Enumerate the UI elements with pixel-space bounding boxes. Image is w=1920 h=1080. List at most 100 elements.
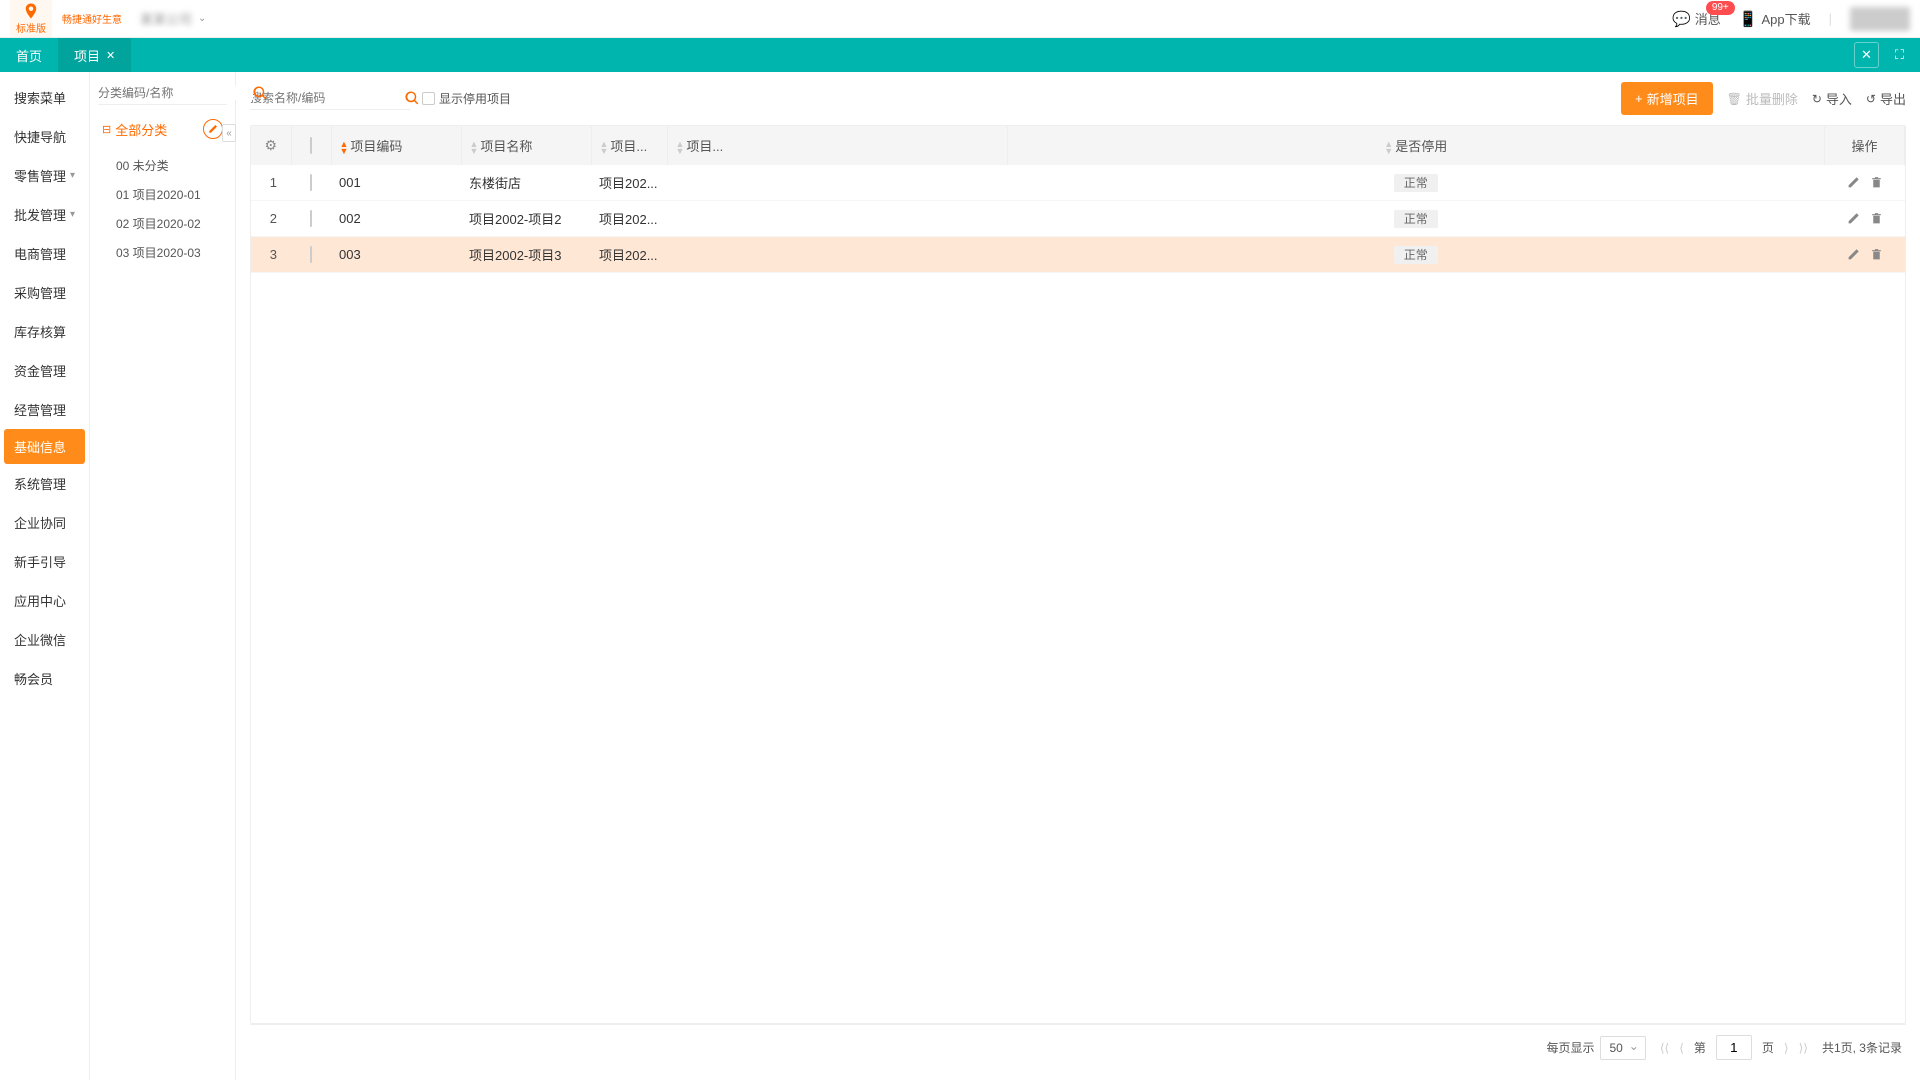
search-icon[interactable]: [405, 91, 419, 105]
sidebar-item-label: 资金管理: [14, 361, 66, 380]
sidebar-item[interactable]: 搜索菜单: [0, 78, 89, 117]
first-page-button[interactable]: ⟨⟨: [1660, 1041, 1669, 1055]
page-size: 每页显示 50: [1546, 1036, 1645, 1060]
cell-status: 正常: [1007, 237, 1825, 273]
sort-icon: ▲▼: [470, 141, 479, 155]
col-code[interactable]: ▲▼项目编码: [331, 126, 461, 165]
tree-search: [98, 82, 227, 105]
sort-icon: ▲▼: [600, 141, 609, 155]
fullscreen-button[interactable]: ⛶: [1889, 43, 1910, 67]
edit-button[interactable]: [1847, 212, 1860, 225]
cell-status: 正常: [1007, 165, 1825, 201]
edit-category-button[interactable]: [203, 119, 223, 139]
divider: |: [1829, 11, 1832, 26]
sidebar-item[interactable]: 资金管理: [0, 351, 89, 390]
sidebar-item-label: 经营管理: [14, 400, 66, 419]
export-label: 导出: [1880, 89, 1906, 108]
col-p1[interactable]: ▲▼项目...: [591, 126, 667, 165]
sidebar-item-label: 企业协同: [14, 513, 66, 532]
sidebar-item[interactable]: 新手引导: [0, 542, 89, 581]
sidebar-item[interactable]: 基础信息: [4, 429, 85, 464]
col-status[interactable]: ▲▼是否停用: [1007, 126, 1825, 165]
sidebar-item[interactable]: 快捷导航: [0, 117, 89, 156]
tree-search-input[interactable]: [98, 86, 253, 100]
tree-item[interactable]: 03 项目2020-03: [98, 238, 227, 267]
batch-delete-button[interactable]: 🗑 批量删除: [1727, 89, 1798, 108]
sidebar: 搜索菜单快捷导航零售管理▾批发管理▾电商管理采购管理库存核算资金管理经营管理基础…: [0, 72, 90, 1080]
row-checkbox[interactable]: [291, 201, 331, 237]
table-row[interactable]: 1001东楼街店项目202...正常: [251, 165, 1905, 201]
col-select-all[interactable]: [291, 126, 331, 165]
content-search-input[interactable]: [250, 91, 405, 105]
brand-sub: 标准版: [16, 20, 46, 35]
cell-p1: 项目202...: [591, 201, 667, 237]
sidebar-item[interactable]: 畅会员: [0, 659, 89, 698]
col-settings[interactable]: ⚙: [251, 126, 291, 165]
page-input[interactable]: [1716, 1035, 1752, 1060]
new-project-button[interactable]: + 新增项目: [1621, 82, 1713, 115]
edit-button[interactable]: [1847, 248, 1860, 261]
delete-button[interactable]: [1870, 248, 1883, 261]
sidebar-item[interactable]: 库存核算: [0, 312, 89, 351]
messages-button[interactable]: 💬 消息 99+: [1672, 9, 1721, 28]
tree-header: ⊟ 全部分类: [98, 113, 227, 145]
row-index: 1: [251, 165, 291, 201]
sidebar-item-label: 搜索菜单: [14, 88, 66, 107]
sidebar-item[interactable]: 企业协同: [0, 503, 89, 542]
tree-root-label: 全部分类: [115, 120, 167, 139]
delete-button[interactable]: [1870, 176, 1883, 189]
pencil-icon: [1847, 212, 1860, 225]
col-p2[interactable]: ▲▼项目...: [667, 126, 1007, 165]
tabs: 首页 项目 ✕: [0, 38, 131, 72]
sidebar-item-label: 快捷导航: [14, 127, 66, 146]
table-row[interactable]: 3003项目2002-项目3项目202...正常: [251, 237, 1905, 273]
per-page-select[interactable]: 50: [1600, 1036, 1645, 1060]
tree-item[interactable]: 00 未分类: [98, 151, 227, 180]
company-name: 某某公司: [140, 9, 192, 28]
show-disabled-checkbox[interactable]: 显示停用项目: [422, 90, 511, 107]
sidebar-item[interactable]: 企业微信: [0, 620, 89, 659]
delete-button[interactable]: [1870, 212, 1883, 225]
col-ops: 操作: [1825, 126, 1905, 165]
close-all-tabs-button[interactable]: ✕: [1854, 42, 1879, 68]
edit-button[interactable]: [1847, 176, 1860, 189]
project-table: ⚙ ▲▼项目编码 ▲▼项目名称 ▲▼项目... ▲▼项目... ▲▼是否停用 操…: [251, 126, 1905, 273]
tab-home[interactable]: 首页: [0, 38, 58, 72]
table-row[interactable]: 2002项目2002-项目2项目202...正常: [251, 201, 1905, 237]
close-icon[interactable]: ✕: [106, 49, 115, 62]
tab-label: 首页: [16, 46, 42, 65]
sidebar-item[interactable]: 电商管理: [0, 234, 89, 273]
collapse-tree-button[interactable]: «: [222, 124, 236, 142]
row-checkbox[interactable]: [291, 165, 331, 201]
cell-ops: [1825, 165, 1905, 201]
user-avatar[interactable]: [1850, 7, 1910, 31]
prev-page-button[interactable]: ⟨: [1679, 1041, 1684, 1055]
tab-project[interactable]: 项目 ✕: [58, 38, 131, 72]
checkbox-icon: [310, 210, 312, 227]
cell-p1: 项目202...: [591, 165, 667, 201]
cell-code: 001: [331, 165, 461, 201]
export-button[interactable]: ↺ 导出: [1866, 89, 1906, 108]
sidebar-item[interactable]: 系统管理: [0, 464, 89, 503]
row-checkbox[interactable]: [291, 237, 331, 273]
sidebar-item[interactable]: 经营管理: [0, 390, 89, 429]
tree-root[interactable]: ⊟ 全部分类: [102, 120, 167, 139]
tree-item[interactable]: 02 项目2020-02: [98, 209, 227, 238]
sidebar-item-label: 畅会员: [14, 669, 53, 688]
content: 显示停用项目 + 新增项目 🗑 批量删除 ↻ 导入 ↺ 导出: [236, 72, 1920, 1080]
search-icon[interactable]: [253, 86, 267, 100]
sidebar-item[interactable]: 应用中心: [0, 581, 89, 620]
last-page-button[interactable]: ⟩⟩: [1799, 1041, 1808, 1055]
app-download-button[interactable]: 📱 App下载: [1739, 9, 1811, 28]
sidebar-item[interactable]: 采购管理: [0, 273, 89, 312]
sort-icon: ▲▼: [676, 141, 685, 155]
table-body: 1001东楼街店项目202...正常2002项目2002-项目2项目202...…: [251, 165, 1905, 273]
sidebar-item[interactable]: 批发管理▾: [0, 195, 89, 234]
tree-item[interactable]: 01 项目2020-01: [98, 180, 227, 209]
logo[interactable]: 标准版: [10, 0, 52, 37]
import-button[interactable]: ↻ 导入: [1812, 89, 1852, 108]
sidebar-item[interactable]: 零售管理▾: [0, 156, 89, 195]
next-page-button[interactable]: ⟩: [1784, 1041, 1789, 1055]
company-dropdown[interactable]: 某某公司 ⌄: [132, 5, 214, 32]
col-name[interactable]: ▲▼项目名称: [461, 126, 591, 165]
